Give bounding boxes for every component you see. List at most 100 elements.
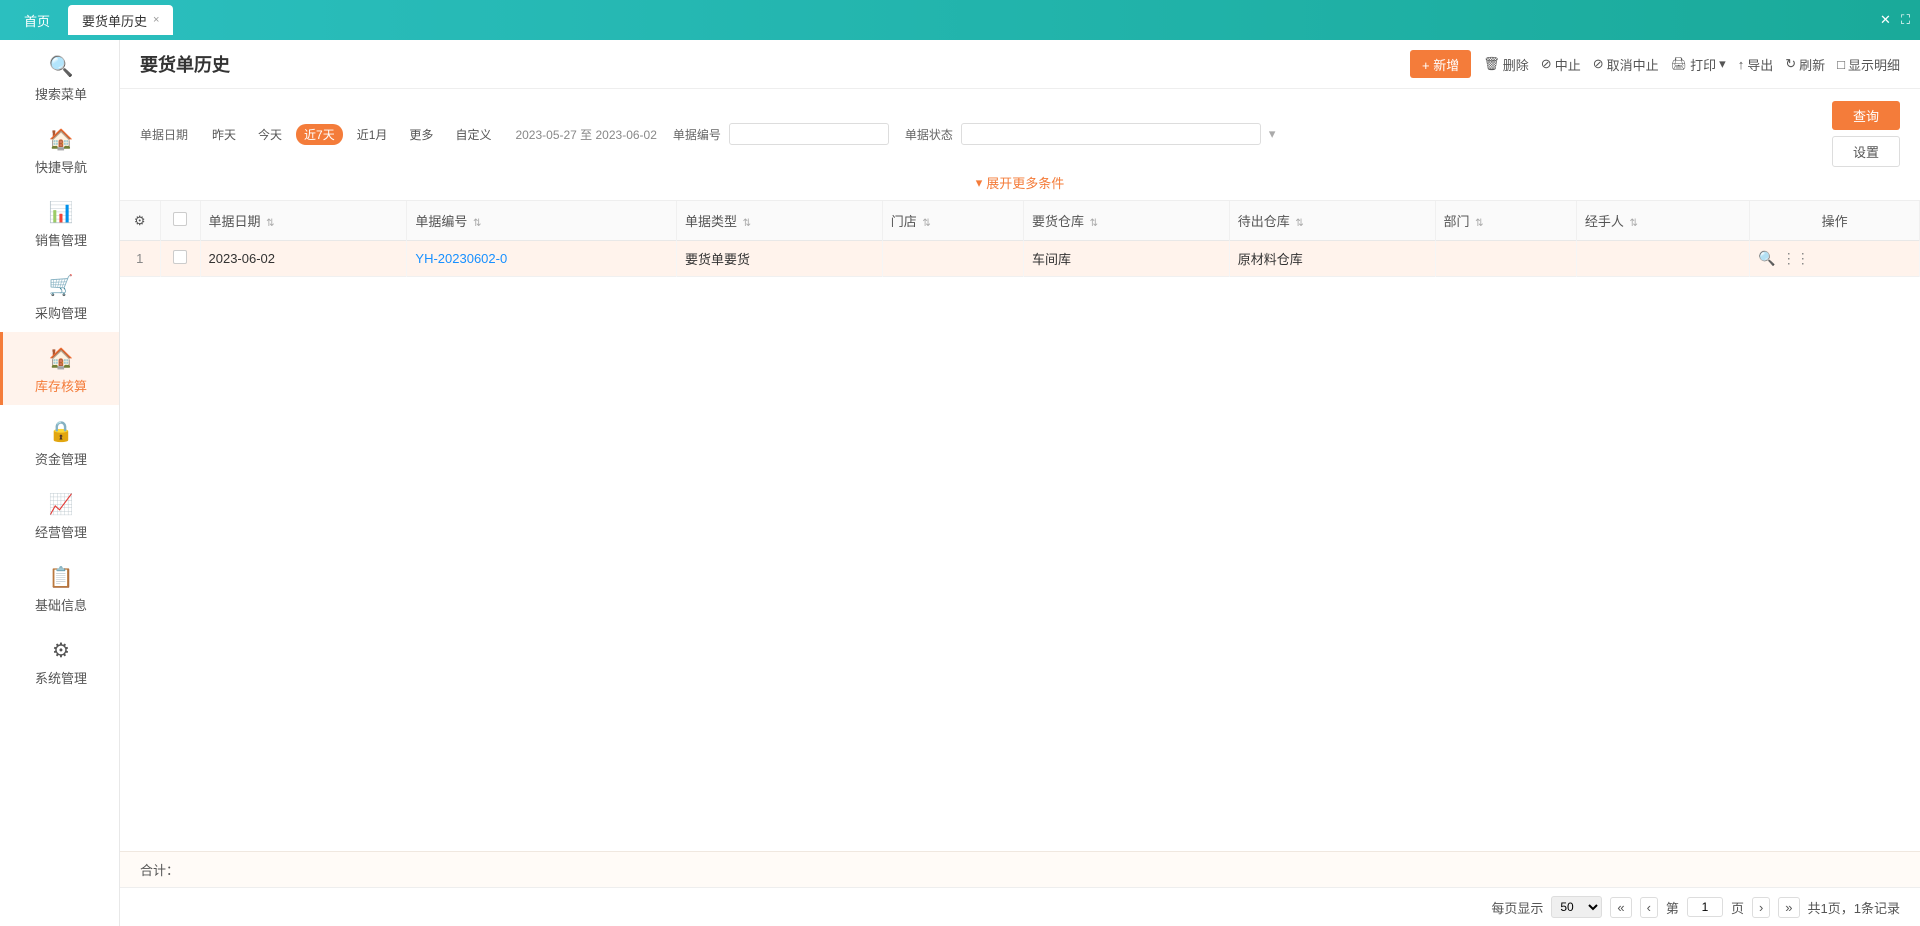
col-store[interactable]: 门店 ⇅ xyxy=(882,201,1023,241)
window-fullscreen-icon[interactable]: ⛶ xyxy=(1901,12,1910,28)
next-page-button[interactable]: › xyxy=(1752,897,1770,918)
sidebar-item-search-label: 搜索菜单 xyxy=(35,84,87,103)
col-doc-type[interactable]: 单据类型 ⇅ xyxy=(676,201,882,241)
doc-number-input[interactable] xyxy=(729,123,889,145)
window-close-icon[interactable]: ✕ xyxy=(1880,12,1891,28)
print-icon: 🖨 xyxy=(1671,56,1688,72)
col-req-warehouse-label: 要货仓库 xyxy=(1032,214,1084,229)
col-department[interactable]: 部门 ⇅ xyxy=(1435,201,1576,241)
col-handler-label: 经手人 xyxy=(1585,214,1624,229)
content-area: 要货单历史 + 新增 🗑 删除 ⊘ 中止 ⊘ 取消中止 🖨 xyxy=(120,40,1920,926)
col-settings[interactable]: ⚙ xyxy=(120,201,160,241)
expand-more-label: 展开更多条件 xyxy=(986,173,1064,192)
cancel-stop-button[interactable]: ⊘ 取消中止 xyxy=(1593,55,1659,74)
date-btn-today[interactable]: 今天 xyxy=(250,124,290,145)
sidebar-item-inventory[interactable]: 🏠 库存核算 xyxy=(0,332,119,405)
sidebar-item-purchase[interactable]: 🛒 采购管理 xyxy=(0,259,119,332)
sidebar-item-system[interactable]: ⚙ 系统管理 xyxy=(0,624,119,697)
export-button[interactable]: ↑ 导出 xyxy=(1738,55,1774,74)
data-table: ⚙ 单据日期 ⇅ 单据编号 ⇅ 单据类型 xyxy=(120,201,1920,277)
row-checkbox[interactable] xyxy=(160,241,200,277)
status-label: 单据状态 xyxy=(905,126,953,143)
col-doc-date[interactable]: 单据日期 ⇅ xyxy=(200,201,407,241)
export-button-label: 导出 xyxy=(1747,55,1773,74)
header-checkbox[interactable] xyxy=(173,212,187,226)
date-filter-label: 单据日期 xyxy=(140,126,188,143)
date-btn-yesterday[interactable]: 昨天 xyxy=(204,124,244,145)
page-number-input[interactable] xyxy=(1687,897,1723,917)
page-prefix-label: 第 xyxy=(1666,898,1679,917)
page-size-select[interactable]: 10 20 50 100 xyxy=(1551,896,1602,918)
status-input[interactable] xyxy=(961,123,1261,145)
stop-button-label: 中止 xyxy=(1555,55,1581,74)
col-doc-number[interactable]: 单据编号 ⇅ xyxy=(407,201,677,241)
first-page-button[interactable]: « xyxy=(1610,897,1631,918)
sort-req-warehouse-icon: ⇅ xyxy=(1090,218,1098,229)
sidebar-item-basic-info[interactable]: 📋 基础信息 xyxy=(0,551,119,624)
row-doc-number[interactable]: YH-20230602-0 xyxy=(407,241,677,277)
row-more-icon[interactable]: ⋮⋮ xyxy=(1782,250,1810,267)
new-button-label: + 新增 xyxy=(1422,55,1459,74)
new-button[interactable]: + 新增 xyxy=(1410,50,1471,78)
sidebar-item-operations[interactable]: 📈 经营管理 xyxy=(0,478,119,551)
filter-date-buttons: 昨天 今天 近7天 近1月 更多 自定义 xyxy=(204,124,499,145)
refresh-button[interactable]: ↻ 刷新 xyxy=(1785,55,1825,74)
tab-close-icon[interactable]: × xyxy=(153,14,159,26)
table-body: 1 2023-06-02 YH-20230602-0 要货单要货 车间库 原材料… xyxy=(120,241,1920,277)
operations-icon: 📈 xyxy=(49,492,74,517)
query-button[interactable]: 查询 xyxy=(1832,101,1900,130)
print-button[interactable]: 🖨 打印 ▾ xyxy=(1671,55,1726,74)
date-btn-more[interactable]: 更多 xyxy=(401,124,441,145)
sort-doc-date-icon: ⇅ xyxy=(266,218,274,229)
row-doc-number-link[interactable]: YH-20230602-0 xyxy=(415,251,507,266)
expand-more-button[interactable]: ▾ 展开更多条件 xyxy=(140,173,1900,192)
tab-requisition-history-label: 要货单历史 xyxy=(82,11,147,30)
col-handler[interactable]: 经手人 ⇅ xyxy=(1576,201,1750,241)
sidebar-item-finance[interactable]: 🔒 资金管理 xyxy=(0,405,119,478)
sidebar-item-basic-info-label: 基础信息 xyxy=(35,595,87,614)
settings-button[interactable]: 设置 xyxy=(1832,136,1900,167)
date-btn-7days[interactable]: 近7天 xyxy=(296,124,343,145)
col-department-label: 部门 xyxy=(1444,214,1470,229)
purchase-icon: 🛒 xyxy=(49,273,74,298)
sidebar-item-quick-nav[interactable]: 🏠 快捷导航 xyxy=(0,113,119,186)
page-size-label: 每页显示 xyxy=(1491,898,1543,917)
date-btn-1month[interactable]: 近1月 xyxy=(349,124,396,145)
pagination: 每页显示 10 20 50 100 « ‹ 第 页 › » 共1页，1条记录 xyxy=(120,887,1920,926)
page-suffix-label: 页 xyxy=(1731,898,1744,917)
last-page-button[interactable]: » xyxy=(1778,897,1799,918)
row-view-icon[interactable]: 🔍 xyxy=(1758,250,1775,267)
table-header: ⚙ 单据日期 ⇅ 单据编号 ⇅ 单据类型 xyxy=(120,201,1920,241)
col-doc-number-label: 单据编号 xyxy=(415,214,467,229)
basic-info-icon: 📋 xyxy=(49,565,74,590)
total-info: 共1页，1条记录 xyxy=(1808,898,1900,917)
doc-number-label: 单据编号 xyxy=(673,126,721,143)
row-operation: 🔍 ⋮⋮ xyxy=(1750,241,1920,277)
system-icon: ⚙ xyxy=(52,638,70,663)
export-icon: ↑ xyxy=(1738,57,1745,72)
col-pending-warehouse-label: 待出仓库 xyxy=(1238,214,1290,229)
delete-button[interactable]: 🗑 删除 xyxy=(1483,55,1529,74)
col-pending-warehouse[interactable]: 待出仓库 ⇅ xyxy=(1229,201,1435,241)
sidebar-item-search[interactable]: 🔍 搜索菜单 xyxy=(0,40,119,113)
tab-requisition-history[interactable]: 要货单历史 × xyxy=(68,5,173,35)
sidebar-item-sales[interactable]: 📊 销售管理 xyxy=(0,186,119,259)
row-department xyxy=(1435,241,1576,277)
sidebar-item-system-label: 系统管理 xyxy=(35,668,87,687)
tab-home[interactable]: 首页 xyxy=(10,5,64,35)
row-checkbox-input[interactable] xyxy=(173,250,187,264)
col-operation: 操作 xyxy=(1750,201,1920,241)
sidebar-item-inventory-label: 库存核算 xyxy=(35,376,87,395)
display-detail-button[interactable]: □ 显示明细 xyxy=(1837,55,1900,74)
status-dropdown-icon[interactable]: ▾ xyxy=(1269,126,1276,142)
prev-page-button[interactable]: ‹ xyxy=(1640,897,1658,918)
sidebar-item-sales-label: 销售管理 xyxy=(35,230,87,249)
expand-more-icon: ▾ xyxy=(976,175,983,191)
col-doc-date-label: 单据日期 xyxy=(209,214,261,229)
stop-button[interactable]: ⊘ 中止 xyxy=(1541,55,1581,74)
date-btn-custom[interactable]: 自定义 xyxy=(447,124,499,145)
table-row: 1 2023-06-02 YH-20230602-0 要货单要货 车间库 原材料… xyxy=(120,241,1920,277)
search-icon: 🔍 xyxy=(49,54,74,79)
col-store-label: 门店 xyxy=(891,214,917,229)
col-req-warehouse[interactable]: 要货仓库 ⇅ xyxy=(1024,201,1230,241)
